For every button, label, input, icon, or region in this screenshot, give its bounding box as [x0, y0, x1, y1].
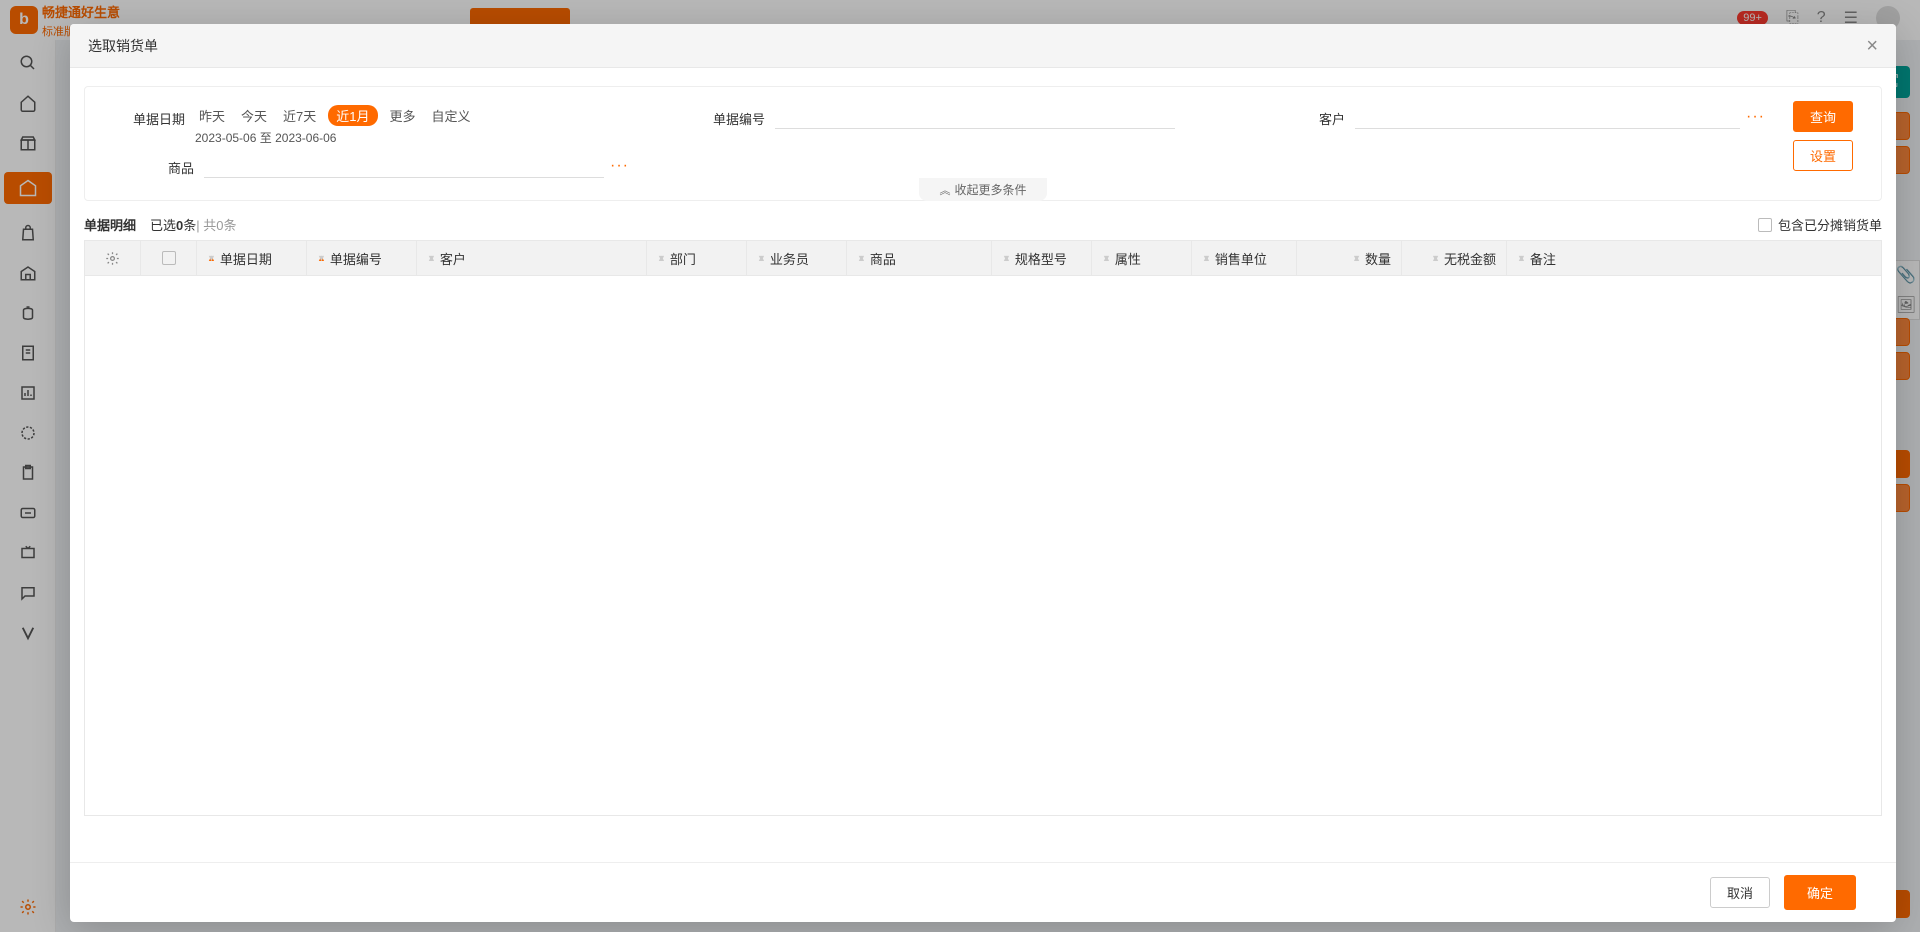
date-from: 2023-05-06	[195, 131, 256, 145]
col-docno[interactable]: ▲▼单据编号	[307, 241, 417, 275]
details-title: 单据明细	[84, 215, 136, 234]
details-header: 单据明细 已选0条 | 共0条 包含已分摊销货单	[84, 215, 1882, 234]
horizontal-scrollbar[interactable]	[84, 848, 1882, 862]
include-split-checkbox[interactable]	[1758, 218, 1772, 232]
filter-actions: 查询 设置	[1793, 101, 1853, 171]
date-tag-last1month[interactable]: 近1月	[328, 105, 377, 126]
filter-docno-label: 单据编号	[695, 105, 775, 128]
date-tag-custom[interactable]: 自定义	[428, 105, 475, 126]
query-button[interactable]: 查询	[1793, 101, 1853, 132]
chevron-up-icon: ︽	[939, 182, 950, 198]
column-settings-icon[interactable]	[85, 241, 141, 275]
results-table: ▲▼单据日期 ▲▼单据编号 ▲▼客户 ▲▼部门 ▲▼业务员 ▲▼商品 ▲▼规格型…	[84, 240, 1882, 842]
settings-button[interactable]: 设置	[1793, 140, 1853, 171]
modal-overlay: 选取销货单 × 单据日期 昨天 今天 近7天 近1月	[0, 0, 1920, 932]
modal-header: 选取销货单 ×	[70, 24, 1896, 68]
col-unit[interactable]: ▲▼销售单位	[1192, 241, 1297, 275]
col-spec[interactable]: ▲▼规格型号	[992, 241, 1092, 275]
collapse-label: 收起更多条件	[954, 181, 1026, 198]
filter-date-label: 单据日期	[115, 105, 195, 128]
table-header: ▲▼单据日期 ▲▼单据编号 ▲▼客户 ▲▼部门 ▲▼业务员 ▲▼商品 ▲▼规格型…	[84, 240, 1882, 276]
col-customer[interactable]: ▲▼客户	[417, 241, 647, 275]
customer-input[interactable]	[1355, 105, 1740, 129]
confirm-button[interactable]: 确定	[1784, 875, 1856, 910]
product-picker-icon[interactable]: ···	[604, 157, 635, 175]
include-split-label: 包含已分摊销货单	[1778, 215, 1882, 234]
date-tag-more[interactable]: 更多	[386, 105, 420, 126]
filter-product-label: 商品	[115, 154, 204, 177]
col-product[interactable]: ▲▼商品	[847, 241, 992, 275]
date-range-display: 2023-05-06 至 2023-06-06	[195, 129, 635, 146]
col-note[interactable]: ▲▼备注	[1507, 241, 1881, 275]
docno-input[interactable]	[775, 105, 1175, 129]
selected-count: 已选0条	[150, 215, 196, 234]
table-body-empty	[84, 276, 1882, 816]
cancel-button[interactable]: 取消	[1710, 877, 1770, 908]
select-all-checkbox[interactable]	[141, 241, 197, 275]
modal-body: 单据日期 昨天 今天 近7天 近1月 更多 自定义 2023	[70, 68, 1896, 862]
date-tag-last7[interactable]: 近7天	[279, 105, 320, 126]
date-to: 2023-06-06	[275, 131, 336, 145]
filter-customer-label: 客户	[1275, 105, 1355, 128]
select-sales-order-modal: 选取销货单 × 单据日期 昨天 今天 近7天 近1月	[70, 24, 1896, 922]
modal-title: 选取销货单	[88, 36, 158, 56]
col-dept[interactable]: ▲▼部门	[647, 241, 747, 275]
col-date[interactable]: ▲▼单据日期	[197, 241, 307, 275]
customer-picker-icon[interactable]: ···	[1740, 108, 1771, 126]
total-count: | 共0条	[196, 215, 236, 234]
date-sep: 至	[260, 131, 272, 145]
collapse-filters-button[interactable]: ︽ 收起更多条件	[919, 178, 1046, 201]
product-input[interactable]	[204, 154, 604, 178]
filter-panel: 单据日期 昨天 今天 近7天 近1月 更多 自定义 2023	[84, 86, 1882, 201]
col-attr[interactable]: ▲▼属性	[1092, 241, 1192, 275]
col-salesperson[interactable]: ▲▼业务员	[747, 241, 847, 275]
date-tag-yesterday[interactable]: 昨天	[195, 105, 229, 126]
col-amount[interactable]: ▲▼无税金额	[1402, 241, 1507, 275]
modal-footer: 取消 确定	[70, 862, 1896, 922]
close-icon[interactable]: ×	[1866, 36, 1878, 56]
date-tag-today[interactable]: 今天	[237, 105, 271, 126]
col-qty[interactable]: ▲▼数量	[1297, 241, 1402, 275]
